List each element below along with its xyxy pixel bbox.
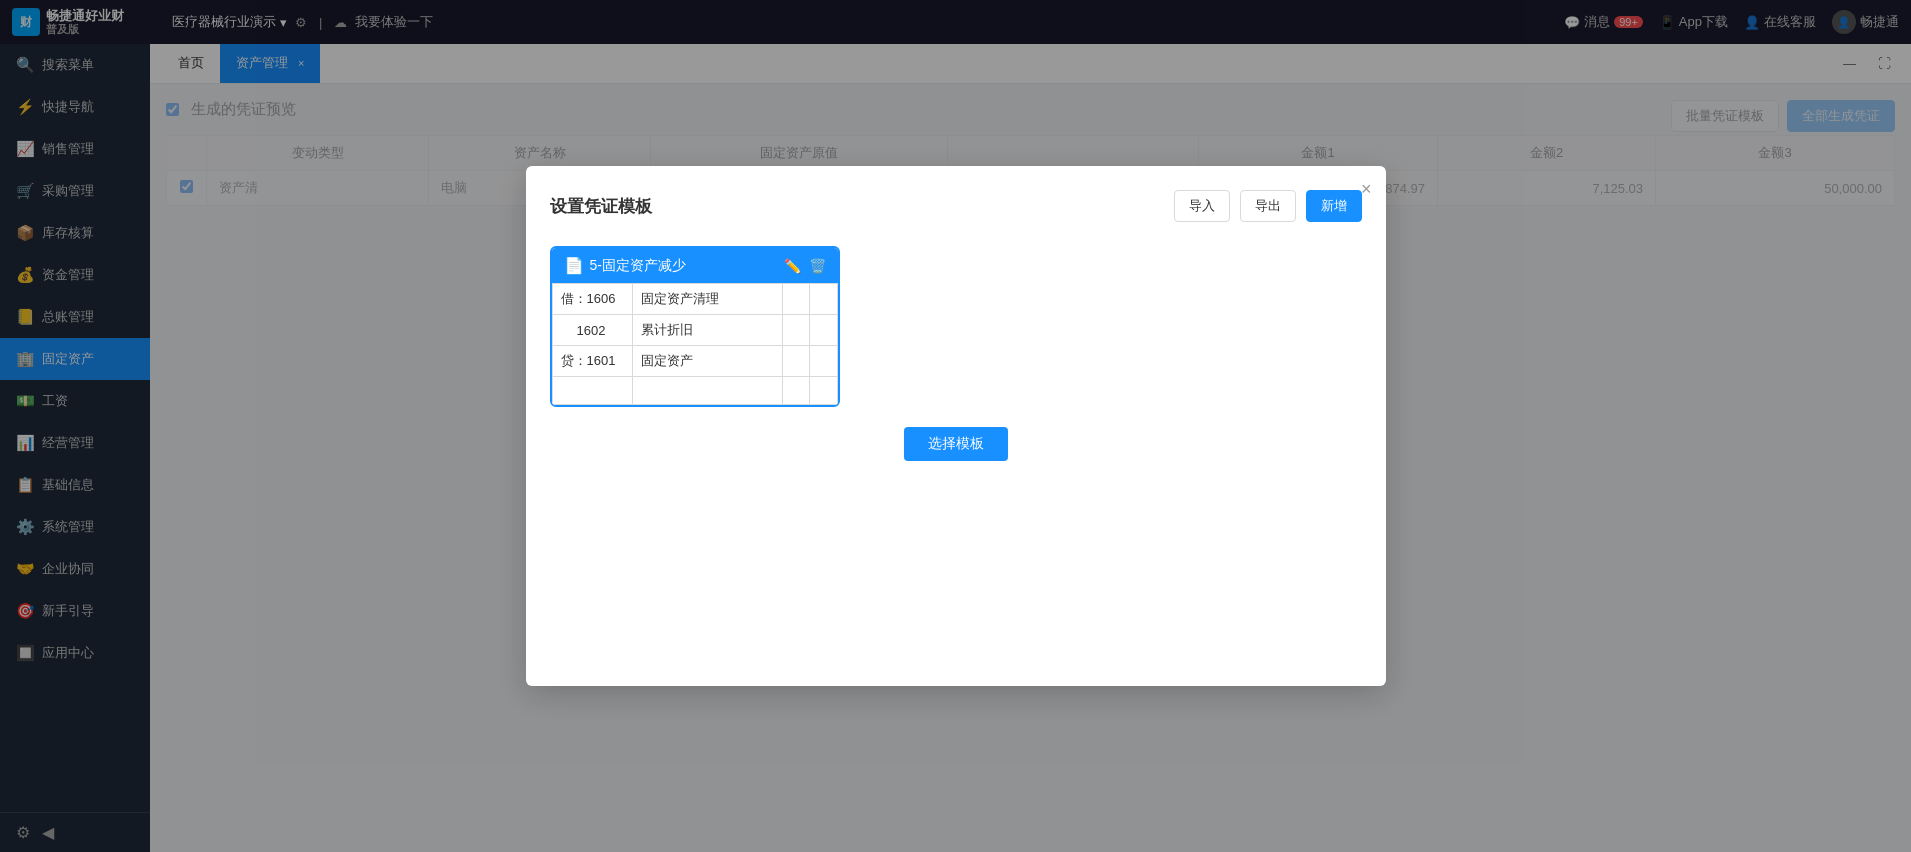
modal-actions: 导入 导出 新增 <box>1174 190 1362 222</box>
select-template-button[interactable]: 选择模板 <box>904 427 1008 461</box>
import-button[interactable]: 导入 <box>1174 190 1230 222</box>
template-empty-cell-4 <box>810 377 837 405</box>
template-empty-cell-2 <box>632 377 783 405</box>
template-empty-cell-1 <box>552 377 632 405</box>
template-card-body: 借：1606 固定资产清理 1602 累计折旧 贷：1601 <box>552 283 838 405</box>
template-credit-col4-1 <box>810 346 837 377</box>
template-card-header: 📄 5-固定资产减少 ✏️ 🗑️ <box>552 248 838 283</box>
template-row-debit-1: 借：1606 固定资产清理 <box>552 284 837 315</box>
template-credit-name-1: 固定资产 <box>632 346 783 377</box>
template-row-debit-2: 1602 累计折旧 <box>552 315 837 346</box>
modal-close-button[interactable]: × <box>1361 180 1372 198</box>
template-debit-col4-2 <box>810 315 837 346</box>
modal-overlay: 设置凭证模板 导入 导出 新增 × 📄 5-固定资产减少 ✏️ 🗑️ <box>0 0 1911 852</box>
modal-header: 设置凭证模板 导入 导出 新增 <box>550 190 1362 222</box>
template-edit-icon[interactable]: ✏️ <box>784 258 801 274</box>
template-delete-icon[interactable]: 🗑️ <box>809 258 826 274</box>
template-credit-col3-1 <box>783 346 810 377</box>
template-card: 📄 5-固定资产减少 ✏️ 🗑️ 借：1606 固定资产清理 <box>550 246 840 407</box>
template-debit-name-1: 固定资产清理 <box>632 284 783 315</box>
modal: 设置凭证模板 导入 导出 新增 × 📄 5-固定资产减少 ✏️ 🗑️ <box>526 166 1386 686</box>
template-debit-col3-1 <box>783 284 810 315</box>
template-empty-cell-3 <box>783 377 810 405</box>
template-card-title: 5-固定资产减少 <box>590 257 778 275</box>
template-debit-col3-2 <box>783 315 810 346</box>
template-debit-name-2: 累计折旧 <box>632 315 783 346</box>
template-debit-col4-1 <box>810 284 837 315</box>
export-button[interactable]: 导出 <box>1240 190 1296 222</box>
template-doc-icon: 📄 <box>564 256 584 275</box>
new-button[interactable]: 新增 <box>1306 190 1362 222</box>
template-row-empty <box>552 377 837 405</box>
template-debit-prefix-1: 借：1606 <box>552 284 632 315</box>
template-row-credit-1: 贷：1601 固定资产 <box>552 346 837 377</box>
template-debit-prefix-2: 1602 <box>552 315 632 346</box>
template-table: 借：1606 固定资产清理 1602 累计折旧 贷：1601 <box>552 283 838 405</box>
modal-title: 设置凭证模板 <box>550 195 1174 218</box>
template-credit-prefix-1: 贷：1601 <box>552 346 632 377</box>
template-card-icons: ✏️ 🗑️ <box>784 258 826 274</box>
